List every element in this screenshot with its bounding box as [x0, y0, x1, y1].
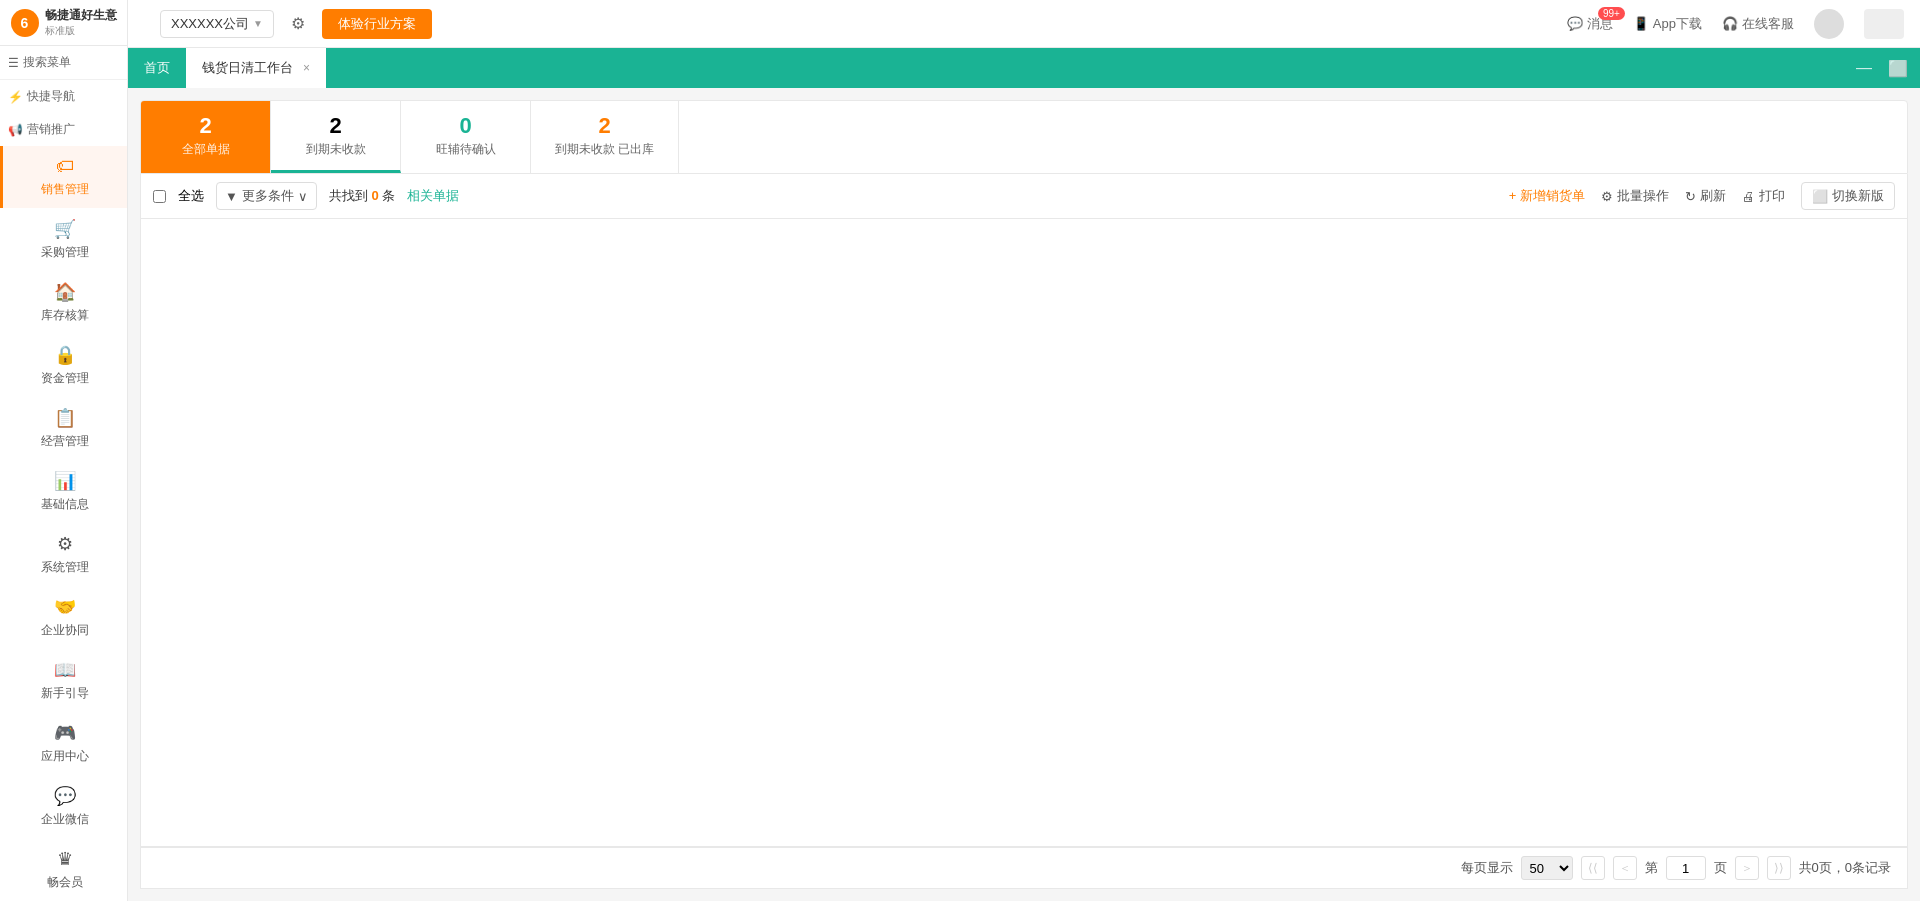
new-order-button[interactable]: + 新增销货单	[1509, 187, 1585, 205]
tab-minimize-button[interactable]: —	[1852, 55, 1876, 81]
search-icon: ☰	[8, 56, 19, 70]
system-icon: ⚙	[57, 533, 73, 555]
prev-page-button[interactable]: ＜	[1613, 856, 1637, 880]
promo-icon: 📢	[8, 123, 23, 137]
stat-tab-all[interactable]: 2 全部单据	[141, 101, 271, 173]
switch-icon: ⬜	[1812, 189, 1828, 204]
page-label: 第	[1645, 859, 1658, 877]
sidebar-item-system[interactable]: ⚙ 系统管理	[0, 523, 127, 586]
sidebar-item-apps[interactable]: 🎮 应用中心	[0, 712, 127, 775]
logo-text: 畅捷通好生意 标准版	[45, 8, 117, 37]
quick-icon: ⚡	[8, 90, 23, 104]
company-selector[interactable]: XXXXXX公司 ▼	[160, 10, 274, 38]
switch-version-button[interactable]: ⬜ 切换新版	[1801, 182, 1895, 210]
finance-icon: 🔒	[54, 344, 76, 366]
member-icon: ♛	[57, 848, 73, 870]
operation-icon: 📋	[54, 407, 76, 429]
sidebar-item-promo[interactable]: 📢 营销推广	[0, 113, 127, 146]
main-content: 2 全部单据 2 到期未收款 0 旺辅待确认 2 到期未收款 已出库 全选 ▼ …	[128, 88, 1920, 901]
sidebar-item-member[interactable]: ♛ 畅会员	[0, 838, 127, 901]
sidebar-item-operation[interactable]: 📋 经营管理	[0, 397, 127, 460]
found-text: 共找到 0 条	[329, 187, 395, 205]
header-center: XXXXXX公司 ▼ ⚙ 体验行业方案	[144, 8, 1567, 40]
purchase-icon: 🛒	[54, 218, 76, 240]
page-unit: 页	[1714, 859, 1727, 877]
sidebar-search[interactable]: ☰ 搜索菜单	[0, 46, 127, 80]
content-area: 2 全部单据 2 到期未收款 0 旺辅待确认 2 到期未收款 已出库 全选 ▼ …	[128, 88, 1920, 901]
basic-icon: 📊	[54, 470, 76, 492]
batch-button[interactable]: ⚙ 批量操作	[1601, 187, 1669, 205]
select-all-checkbox[interactable]	[153, 190, 166, 203]
logo-icon: 6	[11, 9, 39, 37]
sidebar-item-basic[interactable]: 📊 基础信息	[0, 460, 127, 523]
sidebar-item-sales[interactable]: 🏷 销售管理	[0, 146, 127, 208]
wechat-icon: 💬	[54, 785, 76, 807]
tab-maximize-button[interactable]: ⬜	[1884, 55, 1912, 82]
next-page-button[interactable]: ＞	[1735, 856, 1759, 880]
apps-icon: 🎮	[54, 722, 76, 744]
tab-bar-right: — ⬜	[1852, 55, 1920, 82]
user-name[interactable]	[1864, 9, 1904, 39]
print-icon: 🖨	[1742, 189, 1755, 204]
batch-icon: ⚙	[1601, 189, 1613, 204]
print-button[interactable]: 🖨 打印	[1742, 187, 1785, 205]
sidebar-item-newbie[interactable]: 📖 新手引导	[0, 649, 127, 712]
inventory-icon: 🏠	[54, 281, 76, 303]
last-page-button[interactable]: ⟩⟩	[1767, 856, 1791, 880]
filter-arrow-icon: ∨	[298, 189, 308, 204]
sidebar-item-purchase[interactable]: 🛒 采购管理	[0, 208, 127, 271]
header-right: 💬 消息 99+ 📱 App下载 🎧 在线客服	[1567, 9, 1904, 39]
service-icon: 🎧	[1722, 16, 1738, 31]
newbie-icon: 📖	[54, 659, 76, 681]
stat-tab-overdue-shipped[interactable]: 2 到期未收款 已出库	[531, 101, 679, 173]
toolbar-right: + 新增销货单 ⚙ 批量操作 ↻ 刷新 🖨 打印 ⬜ 切换新版	[1509, 182, 1895, 210]
tab-close-icon[interactable]: ×	[303, 61, 310, 75]
pagination: 每页显示 50 10 20 100 ⟨⟨ ＜ 第 1 页 ＞ ⟩⟩ 共0页，0条…	[140, 847, 1908, 889]
sidebar-item-inventory[interactable]: 🏠 库存核算	[0, 271, 127, 334]
message-button[interactable]: 💬 消息 99+	[1567, 15, 1613, 33]
download-icon: 📱	[1633, 16, 1649, 31]
sidebar-item-finance[interactable]: 🔒 资金管理	[0, 334, 127, 397]
select-all-label: 全选	[178, 187, 204, 205]
filter-icon: ▼	[225, 189, 238, 204]
toolbar: 全选 ▼ 更多条件 ∨ 共找到 0 条 相关单据 + 新增销货单 ⚙ 批量操作	[140, 174, 1908, 219]
app-download-button[interactable]: 📱 App下载	[1633, 15, 1702, 33]
stat-tab-overdue[interactable]: 2 到期未收款	[271, 101, 401, 173]
message-icon: 💬	[1567, 16, 1583, 31]
trial-button[interactable]: 体验行业方案	[322, 9, 432, 39]
cooperation-icon: 🤝	[54, 596, 76, 618]
sidebar-item-quick[interactable]: ⚡ 快捷导航	[0, 80, 127, 113]
current-page-input[interactable]: 1	[1666, 856, 1706, 880]
stats-tabs: 2 全部单据 2 到期未收款 0 旺辅待确认 2 到期未收款 已出库	[140, 100, 1908, 174]
sidebar-item-cooperation[interactable]: 🤝 企业协同	[0, 586, 127, 649]
stat-tab-wangfu[interactable]: 0 旺辅待确认	[401, 101, 531, 173]
sales-icon: 🏷	[56, 156, 74, 177]
refresh-icon: ↻	[1685, 189, 1696, 204]
related-orders-link[interactable]: 相关单据	[407, 187, 459, 205]
refresh-button[interactable]: ↻ 刷新	[1685, 187, 1726, 205]
sidebar-logo: 6 畅捷通好生意 标准版	[0, 0, 127, 46]
sidebar: 6 畅捷通好生意 标准版 ☰ 搜索菜单 ⚡ 快捷导航 📢 营销推广 🏷 销售管理…	[0, 0, 128, 901]
filter-button[interactable]: ▼ 更多条件 ∨	[216, 182, 317, 210]
user-avatar[interactable]	[1814, 9, 1844, 39]
company-dropdown-arrow: ▼	[253, 18, 263, 29]
tab-qhrc[interactable]: 钱货日清工作台 ×	[186, 48, 326, 88]
top-header: XXXXXX公司 ▼ ⚙ 体验行业方案 💬 消息 99+ 📱 App下载 🎧 在…	[128, 0, 1920, 48]
per-page-label: 每页显示	[1461, 859, 1513, 877]
table-area	[140, 219, 1908, 847]
per-page-select[interactable]: 50 10 20 100	[1521, 856, 1573, 880]
tab-bar: 首页 钱货日清工作台 × — ⬜	[128, 48, 1920, 88]
total-info: 共0页，0条记录	[1799, 859, 1891, 877]
sidebar-item-wechat[interactable]: 💬 企业微信	[0, 775, 127, 838]
first-page-button[interactable]: ⟨⟨	[1581, 856, 1605, 880]
settings-button[interactable]: ⚙	[282, 8, 314, 40]
online-service-button[interactable]: 🎧 在线客服	[1722, 15, 1794, 33]
tab-home[interactable]: 首页	[128, 48, 186, 88]
